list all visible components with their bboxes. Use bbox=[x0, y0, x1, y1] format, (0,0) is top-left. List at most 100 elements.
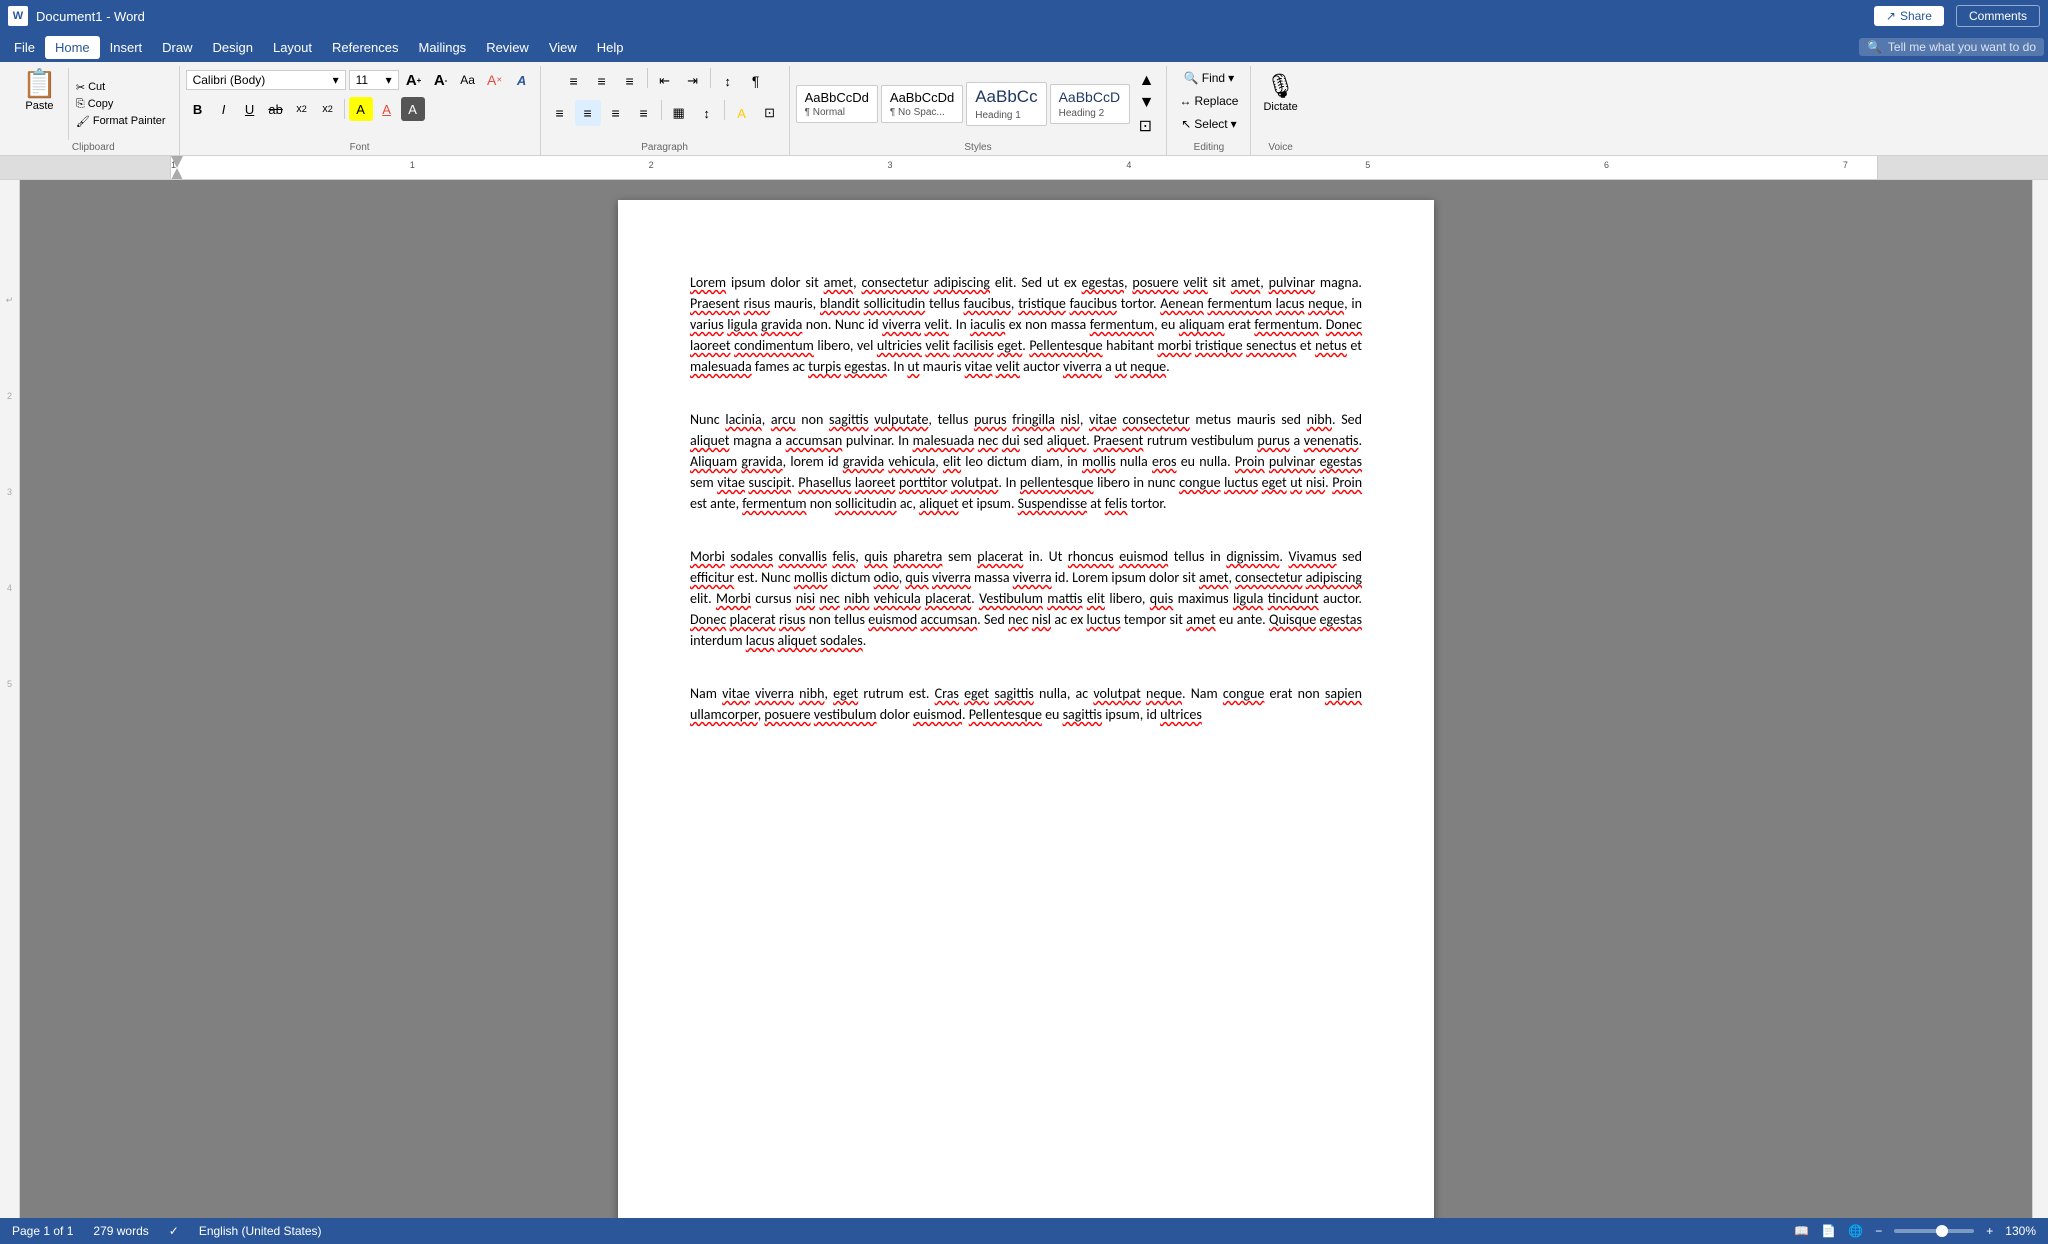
menu-review[interactable]: Review bbox=[476, 36, 539, 59]
clipboard-sub-buttons: ✂ Cut ⎘ Copy 🖌 Format Painter bbox=[68, 68, 173, 140]
find-button[interactable]: 🔍 Find ▾ bbox=[1178, 68, 1240, 88]
page-info: Page 1 of 1 bbox=[12, 1224, 73, 1238]
paste-button[interactable]: 📋 Paste bbox=[14, 68, 65, 140]
show-hide-button[interactable]: ¶ bbox=[743, 68, 769, 94]
superscript-button[interactable]: x2 bbox=[316, 97, 340, 121]
paste-icon: 📋 bbox=[22, 70, 57, 98]
sort-button[interactable]: ↕ bbox=[715, 68, 741, 94]
format-painter-button[interactable]: 🖌 Format Painter bbox=[73, 114, 169, 129]
style-heading1[interactable]: AaBbCc Heading 1 bbox=[966, 82, 1046, 125]
editing-group: 🔍 Find ▾ ↔ Replace ↖ Select ▾ Editing bbox=[1167, 66, 1251, 155]
strikethrough-button[interactable]: ab bbox=[264, 97, 288, 121]
title-bar-left: W Document1 - Word bbox=[8, 6, 145, 26]
main-area: ↵ 2 3 4 5 Lorem ipsum dolor sit amet, co… bbox=[0, 180, 2048, 1218]
zoom-in-button[interactable]: + bbox=[1986, 1224, 1993, 1238]
menu-draw[interactable]: Draw bbox=[152, 36, 202, 59]
web-layout-button[interactable]: 🌐 bbox=[1848, 1224, 1863, 1238]
paragraph-2: Nunc lacinia, arcu non sagittis vulputat… bbox=[690, 409, 1362, 514]
zoom-out-button[interactable]: − bbox=[1875, 1224, 1882, 1238]
font-size-selector[interactable]: 11 ▾ bbox=[349, 70, 399, 90]
zoom-slider[interactable] bbox=[1894, 1229, 1974, 1233]
cut-button[interactable]: ✂ Cut bbox=[73, 80, 169, 95]
find-dropdown-icon: ▾ bbox=[1228, 71, 1234, 85]
font-dropdown-icon: ▾ bbox=[333, 73, 339, 87]
copy-icon: ⎘ bbox=[76, 98, 85, 111]
italic-button[interactable]: I bbox=[212, 97, 236, 121]
find-icon: 🔍 bbox=[1184, 71, 1199, 85]
font-shrink-button[interactable]: A- bbox=[429, 68, 453, 92]
right-margin-bar bbox=[2032, 180, 2048, 1218]
replace-button[interactable]: ↔ Replace bbox=[1173, 91, 1244, 111]
menu-insert[interactable]: Insert bbox=[100, 36, 153, 59]
clear-format-button[interactable]: A✕ bbox=[483, 68, 507, 92]
document-page[interactable]: Lorem ipsum dolor sit amet, consectetur … bbox=[618, 200, 1434, 1218]
change-case-button[interactable]: Aa bbox=[456, 68, 480, 92]
style-normal[interactable]: AaBbCcDd ¶ Normal bbox=[796, 85, 878, 124]
menu-view[interactable]: View bbox=[539, 36, 587, 59]
styles-group-label: Styles bbox=[796, 140, 1161, 155]
select-icon: ↖ bbox=[1181, 117, 1191, 131]
character-shading-button[interactable]: A bbox=[401, 97, 425, 121]
paragraph-3: Morbi sodales convallis felis, quis phar… bbox=[690, 546, 1362, 651]
paragraph-group: ≡ ≡ ≡ ⇤ ⇥ ↕ ¶ ≡ ≡ ≡ ≡ ▦ ↕ bbox=[541, 66, 790, 155]
borders-button[interactable]: ⊡ bbox=[757, 100, 783, 126]
print-layout-button[interactable]: 📄 bbox=[1821, 1224, 1836, 1238]
menu-file[interactable]: File bbox=[4, 36, 45, 59]
styles-expand-button[interactable]: ⊡ bbox=[1137, 114, 1157, 138]
format-painter-icon: 🖌 bbox=[76, 115, 90, 128]
spell-check-icon: ✓ bbox=[169, 1224, 179, 1238]
style-no-spacing[interactable]: AaBbCcDd ¶ No Spac... bbox=[881, 85, 963, 124]
comments-button[interactable]: Comments bbox=[1956, 5, 2040, 27]
paragraph-4: Nam vitae viverra nibh, eget rutrum est.… bbox=[690, 683, 1362, 725]
styles-scroll-down[interactable]: ▼ bbox=[1137, 92, 1157, 114]
menu-home[interactable]: Home bbox=[45, 36, 100, 59]
font-size-dropdown-icon: ▾ bbox=[386, 73, 392, 87]
menu-help[interactable]: Help bbox=[587, 36, 634, 59]
align-left-button[interactable]: ≡ bbox=[547, 100, 573, 126]
style-heading2[interactable]: AaBbCcD Heading 2 bbox=[1050, 84, 1130, 124]
menu-design[interactable]: Design bbox=[203, 36, 263, 59]
numbering-button[interactable]: ≡ bbox=[589, 68, 615, 94]
subscript-button[interactable]: x2 bbox=[290, 97, 314, 121]
shading-button[interactable]: A bbox=[729, 100, 755, 126]
share-button[interactable]: ↗ Share bbox=[1874, 6, 1944, 26]
styles-palette: AaBbCcDd ¶ Normal AaBbCcDd ¶ No Spac... … bbox=[796, 68, 1161, 140]
menu-bar: File Home Insert Draw Design Layout Refe… bbox=[0, 32, 2048, 62]
align-right-button[interactable]: ≡ bbox=[603, 100, 629, 126]
font-color-button[interactable]: A bbox=[375, 97, 399, 121]
font-family-selector[interactable]: Calibri (Body) ▾ bbox=[186, 70, 346, 90]
menu-search[interactable]: 🔍 Tell me what you want to do bbox=[1859, 38, 2044, 56]
copy-button[interactable]: ⎘ Copy bbox=[73, 97, 169, 112]
dictate-button[interactable]: 🎙 Dictate bbox=[1257, 68, 1303, 117]
word-logo: W bbox=[8, 6, 28, 26]
underline-button[interactable]: U bbox=[238, 97, 262, 121]
zoom-thumb bbox=[1936, 1225, 1948, 1237]
multilevel-list-button[interactable]: ≡ bbox=[617, 68, 643, 94]
word-count: 279 words bbox=[93, 1224, 148, 1238]
select-button[interactable]: ↖ Select ▾ bbox=[1175, 114, 1242, 134]
line-spacing-button[interactable]: ↕ bbox=[694, 100, 720, 126]
align-center-button[interactable]: ≡ bbox=[575, 100, 601, 126]
ruler-track: 1 1 2 3 4 5 6 7 bbox=[170, 156, 1878, 179]
columns-button[interactable]: ▦ bbox=[666, 100, 692, 126]
language: English (United States) bbox=[199, 1224, 322, 1238]
menu-references[interactable]: References bbox=[322, 36, 408, 59]
editing-group-label: Editing bbox=[1173, 140, 1244, 155]
increase-indent-button[interactable]: ⇥ bbox=[680, 68, 706, 94]
font-group: Calibri (Body) ▾ 11 ▾ A+ A- Aa A✕ A B I bbox=[180, 66, 541, 155]
menu-mailings[interactable]: Mailings bbox=[409, 36, 477, 59]
styles-scroll-up[interactable]: ▲ bbox=[1137, 70, 1157, 92]
text-highlight-button[interactable]: A bbox=[349, 97, 373, 121]
menu-layout[interactable]: Layout bbox=[263, 36, 322, 59]
font-group-label: Font bbox=[186, 140, 534, 155]
ruler: 1 1 2 3 4 5 6 7 bbox=[0, 156, 2048, 180]
paragraph-1: Lorem ipsum dolor sit amet, consectetur … bbox=[690, 272, 1362, 377]
read-mode-button[interactable]: 📖 bbox=[1794, 1224, 1809, 1238]
replace-icon: ↔ bbox=[1179, 94, 1191, 108]
text-effects-button[interactable]: A bbox=[510, 68, 534, 92]
bold-button[interactable]: B bbox=[186, 97, 210, 121]
justify-button[interactable]: ≡ bbox=[631, 100, 657, 126]
decrease-indent-button[interactable]: ⇤ bbox=[652, 68, 678, 94]
font-grow-button[interactable]: A+ bbox=[402, 68, 426, 92]
bullets-button[interactable]: ≡ bbox=[561, 68, 587, 94]
